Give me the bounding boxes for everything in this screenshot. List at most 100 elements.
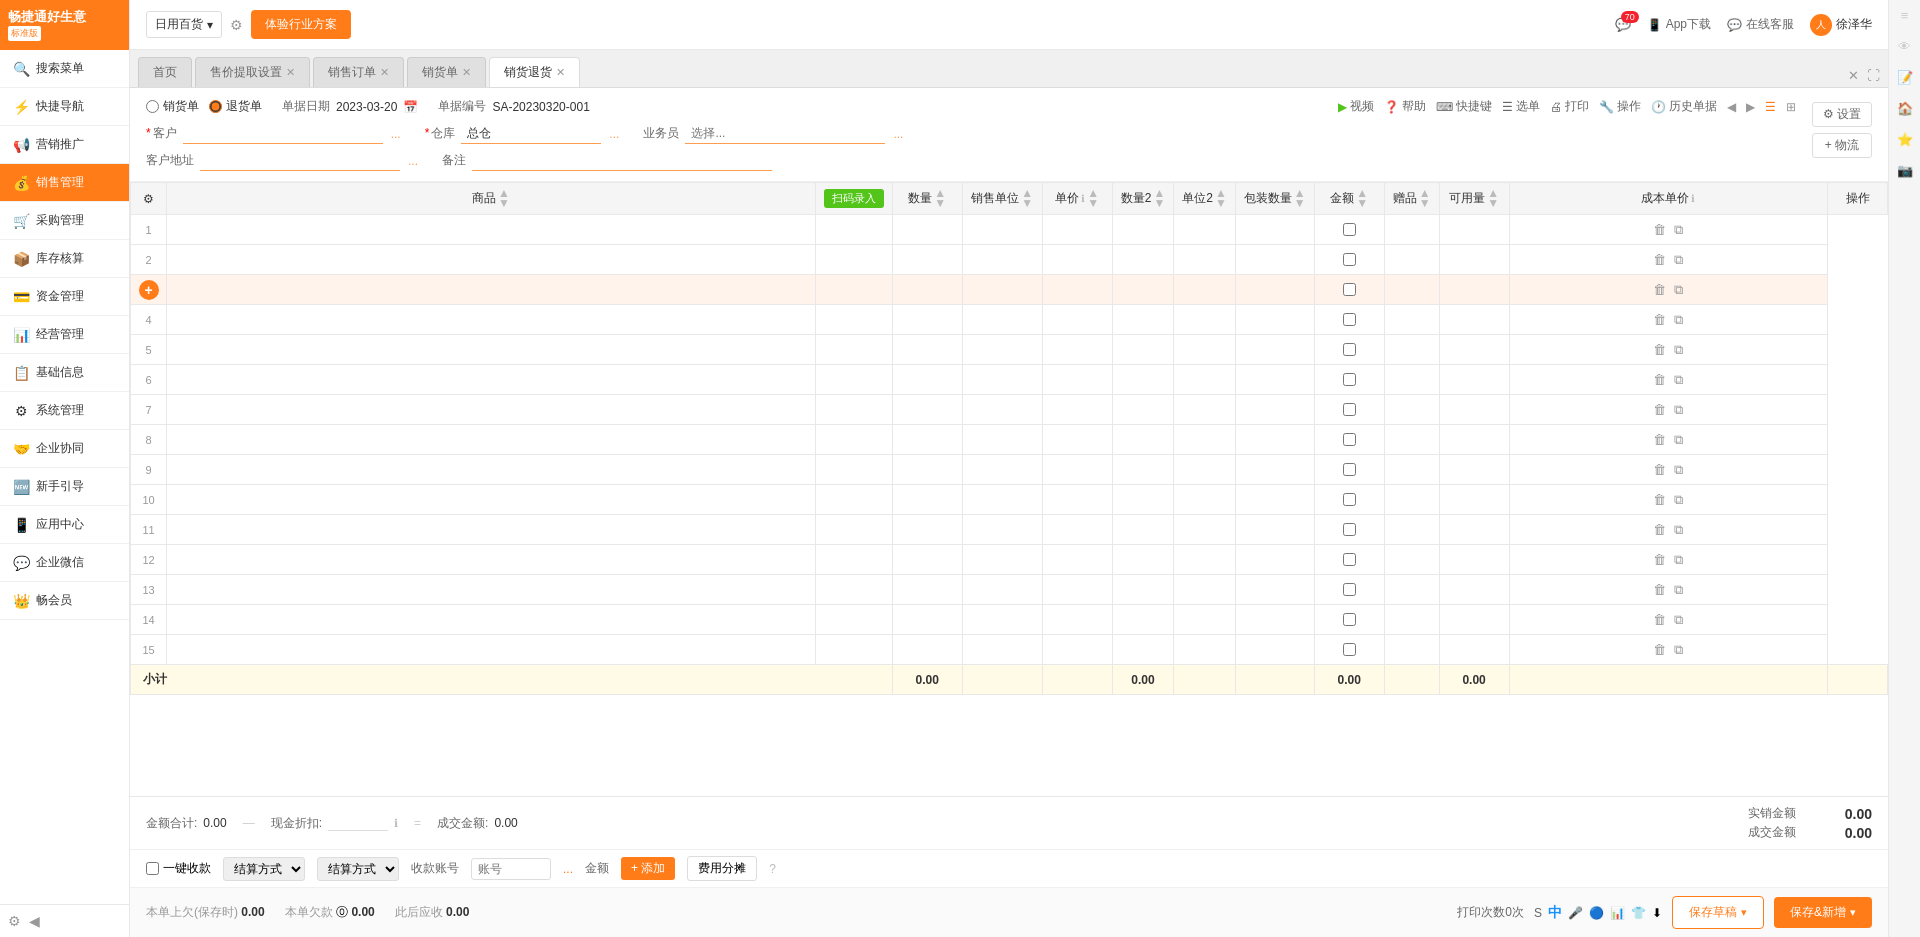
shortcut-btn[interactable]: ⌨ 快捷键 [1436, 98, 1492, 115]
qty-cell-12[interactable] [815, 545, 892, 575]
sidebar-item-finance[interactable]: 💳资金管理 [0, 278, 129, 316]
delete-row-11[interactable]: 🗑 [1653, 522, 1666, 538]
gift-cb-6[interactable] [1343, 373, 1356, 386]
unit-cell-3[interactable] [892, 275, 962, 305]
price-cell-7[interactable] [962, 395, 1042, 425]
qty-cell-3[interactable] [815, 275, 892, 305]
pkg-cell-13[interactable] [1174, 575, 1236, 605]
help-btn[interactable]: ❓ 帮助 [1384, 98, 1426, 115]
tab-close-sales-order[interactable]: ✕ [380, 66, 389, 79]
cost-cell-6[interactable] [1439, 365, 1509, 395]
add-payment-btn[interactable]: + 添加 [621, 857, 675, 880]
product-cell-5[interactable] [167, 335, 816, 365]
account-dots[interactable]: ... [563, 862, 573, 876]
right-icon-3[interactable]: 📝 [1897, 70, 1913, 85]
unit2-cell-1[interactable] [1112, 215, 1174, 245]
avail-cell-11[interactable] [1384, 515, 1439, 545]
unit-cell-2[interactable] [892, 245, 962, 275]
tab-close-price-setting[interactable]: ✕ [286, 66, 295, 79]
table-settings-icon[interactable]: ⚙ [143, 192, 154, 206]
staff-input[interactable] [685, 123, 885, 144]
qty-cell-13[interactable] [815, 575, 892, 605]
product-cell-13[interactable] [167, 575, 816, 605]
delete-row-14[interactable]: 🗑 [1653, 612, 1666, 628]
taskbar-icon-1[interactable]: S [1534, 906, 1542, 920]
gift-cb-15[interactable] [1343, 643, 1356, 656]
product-cell-8[interactable] [167, 425, 816, 455]
pkg-cell-6[interactable] [1174, 365, 1236, 395]
delete-row-13[interactable]: 🗑 [1653, 582, 1666, 598]
delete-row-1[interactable]: 🗑 [1653, 222, 1666, 238]
copy-row-5[interactable]: ⧉ [1674, 342, 1683, 358]
product-cell-6[interactable] [167, 365, 816, 395]
qty2-cell-2[interactable] [1042, 245, 1112, 275]
qty-cell-4[interactable] [815, 305, 892, 335]
settings-icon[interactable]: ⚙ [8, 913, 21, 929]
sidebar-item-member[interactable]: 👑畅会员 [0, 582, 129, 620]
copy-row-11[interactable]: ⧉ [1674, 522, 1683, 538]
save-draft-arrow[interactable]: ▾ [1741, 906, 1747, 919]
amount-cell-10[interactable] [1235, 485, 1314, 515]
copy-row-2[interactable]: ⧉ [1674, 252, 1683, 268]
unit2-sort[interactable]: ▲▼ [1215, 189, 1227, 208]
qty-cell-8[interactable] [815, 425, 892, 455]
copy-row-4[interactable]: ⧉ [1674, 312, 1683, 328]
price-cell-9[interactable] [962, 455, 1042, 485]
qty-input-14[interactable] [822, 613, 886, 627]
unit-cell-14[interactable] [892, 605, 962, 635]
amount-cell-3[interactable] [1235, 275, 1314, 305]
qty2-cell-4[interactable] [1042, 305, 1112, 335]
product-input-10[interactable] [173, 493, 809, 507]
collapse-icon[interactable]: ◀ [29, 913, 40, 929]
online-service-link[interactable]: 💬 在线客服 [1727, 16, 1794, 33]
amount-cell-6[interactable] [1235, 365, 1314, 395]
cost-cell-7[interactable] [1439, 395, 1509, 425]
qty2-cell-6[interactable] [1042, 365, 1112, 395]
amount-cell-2[interactable] [1235, 245, 1314, 275]
unit2-cell-10[interactable] [1112, 485, 1174, 515]
taskbar-icon-2[interactable]: 中 [1548, 904, 1562, 922]
taskbar-icon-6[interactable]: 👕 [1631, 906, 1646, 920]
amount-cell-8[interactable] [1235, 425, 1314, 455]
pkg-cell-8[interactable] [1174, 425, 1236, 455]
close-tab-btn[interactable]: ✕ [1848, 68, 1859, 83]
unit2-cell-7[interactable] [1112, 395, 1174, 425]
right-icon-2[interactable]: 👁 [1898, 39, 1911, 54]
one-key-cashier-cb[interactable]: 一键收款 [146, 860, 211, 877]
sidebar-item-search[interactable]: 🔍搜索菜单 [0, 50, 129, 88]
sales-delivery-radio[interactable]: 销货单 [146, 98, 199, 115]
taskbar-icon-7[interactable]: ⬇ [1652, 906, 1662, 920]
right-icon-4[interactable]: 🏠 [1897, 101, 1913, 116]
qty-input-3[interactable] [822, 283, 886, 297]
unit-cell-10[interactable] [892, 485, 962, 515]
address-input[interactable] [200, 150, 400, 171]
customer-lookup-btn[interactable]: ... [391, 127, 401, 141]
pkg-cell-1[interactable] [1174, 215, 1236, 245]
avail-cell-9[interactable] [1384, 455, 1439, 485]
gift-cb-9[interactable] [1343, 463, 1356, 476]
qty-cell-15[interactable] [815, 635, 892, 665]
copy-row-9[interactable]: ⧉ [1674, 462, 1683, 478]
price-cell-10[interactable] [962, 485, 1042, 515]
copy-row-13[interactable]: ⧉ [1674, 582, 1683, 598]
copy-row-15[interactable]: ⧉ [1674, 642, 1683, 658]
gift-cb-3[interactable] [1343, 283, 1356, 296]
gift-cell-14[interactable] [1314, 605, 1384, 635]
tab-home[interactable]: 首页 [138, 57, 192, 87]
cost-cell-15[interactable] [1439, 635, 1509, 665]
history-btn[interactable]: 🕐 历史单据 [1651, 98, 1717, 115]
price-cell-6[interactable] [962, 365, 1042, 395]
gift-cell-2[interactable] [1314, 245, 1384, 275]
next-doc-btn[interactable]: ▶ [1746, 100, 1755, 114]
qty-sort[interactable]: ▲▼ [934, 189, 946, 208]
cost-cell-11[interactable] [1439, 515, 1509, 545]
qty2-cell-13[interactable] [1042, 575, 1112, 605]
unit-cell-12[interactable] [892, 545, 962, 575]
avail-cell-4[interactable] [1384, 305, 1439, 335]
calendar-icon[interactable]: 📅 [403, 100, 418, 114]
product-input-4[interactable] [173, 313, 809, 327]
avail-cell-1[interactable] [1384, 215, 1439, 245]
return-radio[interactable]: 退货单 [209, 98, 262, 115]
price-cell-3[interactable] [962, 275, 1042, 305]
gift-cb-1[interactable] [1343, 223, 1356, 236]
